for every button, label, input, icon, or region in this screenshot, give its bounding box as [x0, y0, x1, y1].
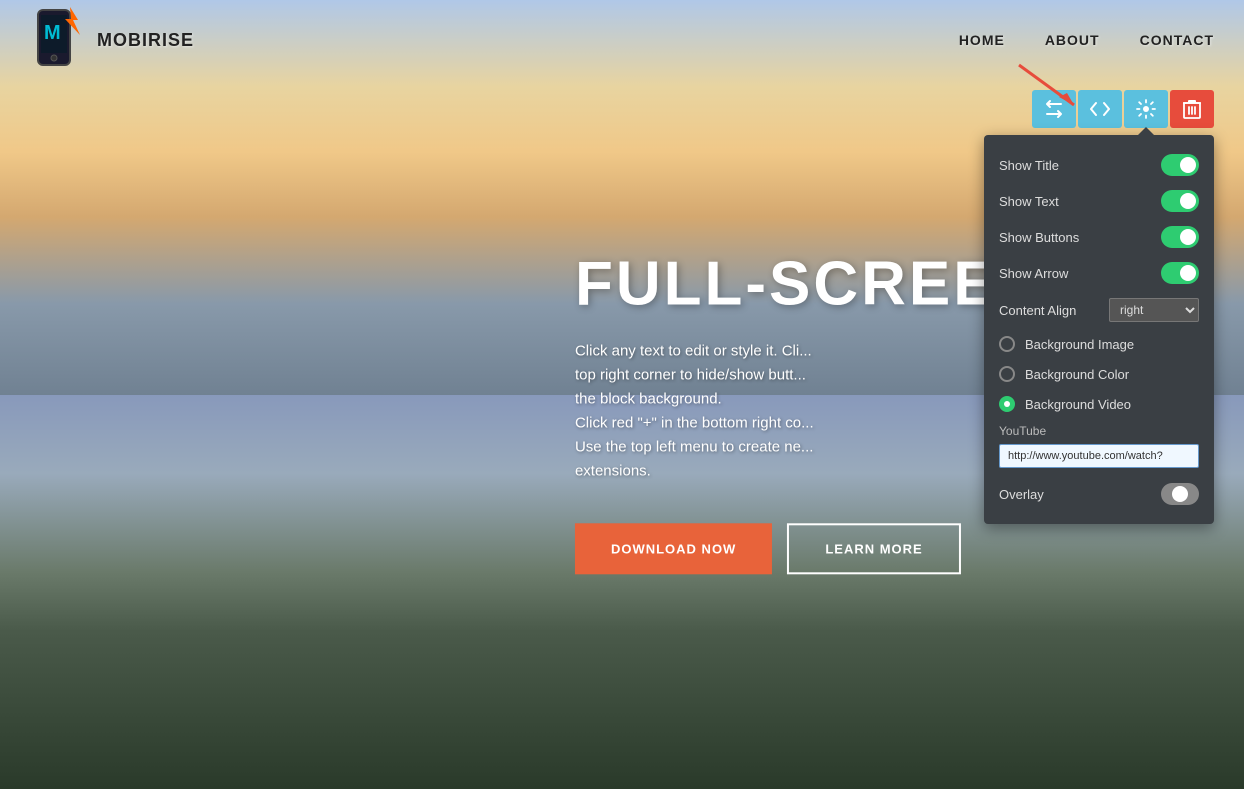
hero-text-line2: top right corner to hide/show butt...	[575, 363, 1045, 387]
learn-more-button[interactable]: LEARN MORE	[787, 523, 960, 574]
background-image-label: Background Image	[1025, 337, 1134, 352]
hero-text-line4: Click red "+" in the bottom right co...	[575, 411, 1045, 435]
content-align-select[interactable]: left center right	[1109, 298, 1199, 322]
hero-text-line6: extensions.	[575, 459, 1045, 483]
show-text-toggle[interactable]	[1161, 190, 1199, 212]
background-color-label: Background Color	[1025, 367, 1129, 382]
background-video-radio[interactable]	[999, 396, 1015, 412]
hero-buttons: DOWNLOAD NOW LEARN MORE	[575, 523, 1045, 574]
show-buttons-row: Show Buttons	[984, 219, 1214, 255]
show-arrow-label: Show Arrow	[999, 266, 1161, 281]
show-buttons-toggle[interactable]	[1161, 226, 1199, 248]
background-color-radio[interactable]	[999, 366, 1015, 382]
show-arrow-toggle[interactable]	[1161, 262, 1199, 284]
show-title-label: Show Title	[999, 158, 1161, 173]
content-align-label: Content Align	[999, 303, 1109, 318]
background-color-row: Background Color	[984, 359, 1214, 389]
show-title-toggle[interactable]	[1161, 154, 1199, 176]
nav-contact[interactable]: CONTACT	[1140, 32, 1214, 48]
youtube-input[interactable]	[999, 444, 1199, 468]
overlay-label: Overlay	[999, 487, 1161, 502]
hero-content: FULL-SCREEN Click any text to edit or st…	[575, 248, 1045, 574]
settings-panel: Show Title Show Text Show Buttons Show A…	[984, 135, 1214, 524]
content-align-row: Content Align left center right	[984, 291, 1214, 329]
hero-text-line1: Click any text to edit or style it. Cli.…	[575, 339, 1045, 363]
hero-text-line3: the block background.	[575, 387, 1045, 411]
brand: M MOBIRISE	[30, 5, 194, 75]
hero-section: M MOBIRISE HOME ABOUT CONTACT	[0, 0, 1244, 789]
hero-text-line5: Use the top left menu to create ne...	[575, 435, 1045, 459]
show-text-row: Show Text	[984, 183, 1214, 219]
background-image-row: Background Image	[984, 329, 1214, 359]
youtube-label: YouTube	[984, 419, 1214, 441]
hero-text[interactable]: Click any text to edit or style it. Cli.…	[575, 339, 1045, 483]
nav-about[interactable]: ABOUT	[1045, 32, 1100, 48]
red-arrow-indicator	[1009, 55, 1089, 115]
nav-home[interactable]: HOME	[959, 32, 1005, 48]
brand-name: MOBIRISE	[97, 30, 194, 51]
delete-button[interactable]	[1170, 90, 1214, 128]
download-now-button[interactable]: DOWNLOAD NOW	[575, 523, 772, 574]
overlay-toggle[interactable]	[1161, 483, 1199, 505]
show-title-row: Show Title	[984, 147, 1214, 183]
svg-text:M: M	[44, 22, 61, 44]
background-image-radio[interactable]	[999, 336, 1015, 352]
navbar-nav: HOME ABOUT CONTACT	[959, 32, 1214, 48]
settings-button[interactable]	[1124, 90, 1168, 128]
show-text-label: Show Text	[999, 194, 1161, 209]
overlay-row: Overlay	[984, 476, 1214, 512]
show-arrow-row: Show Arrow	[984, 255, 1214, 291]
show-buttons-label: Show Buttons	[999, 230, 1161, 245]
hero-title[interactable]: FULL-SCREEN	[575, 248, 1045, 319]
background-video-row: Background Video	[984, 389, 1214, 419]
background-video-label: Background Video	[1025, 397, 1131, 412]
logo-icon: M	[30, 5, 85, 75]
